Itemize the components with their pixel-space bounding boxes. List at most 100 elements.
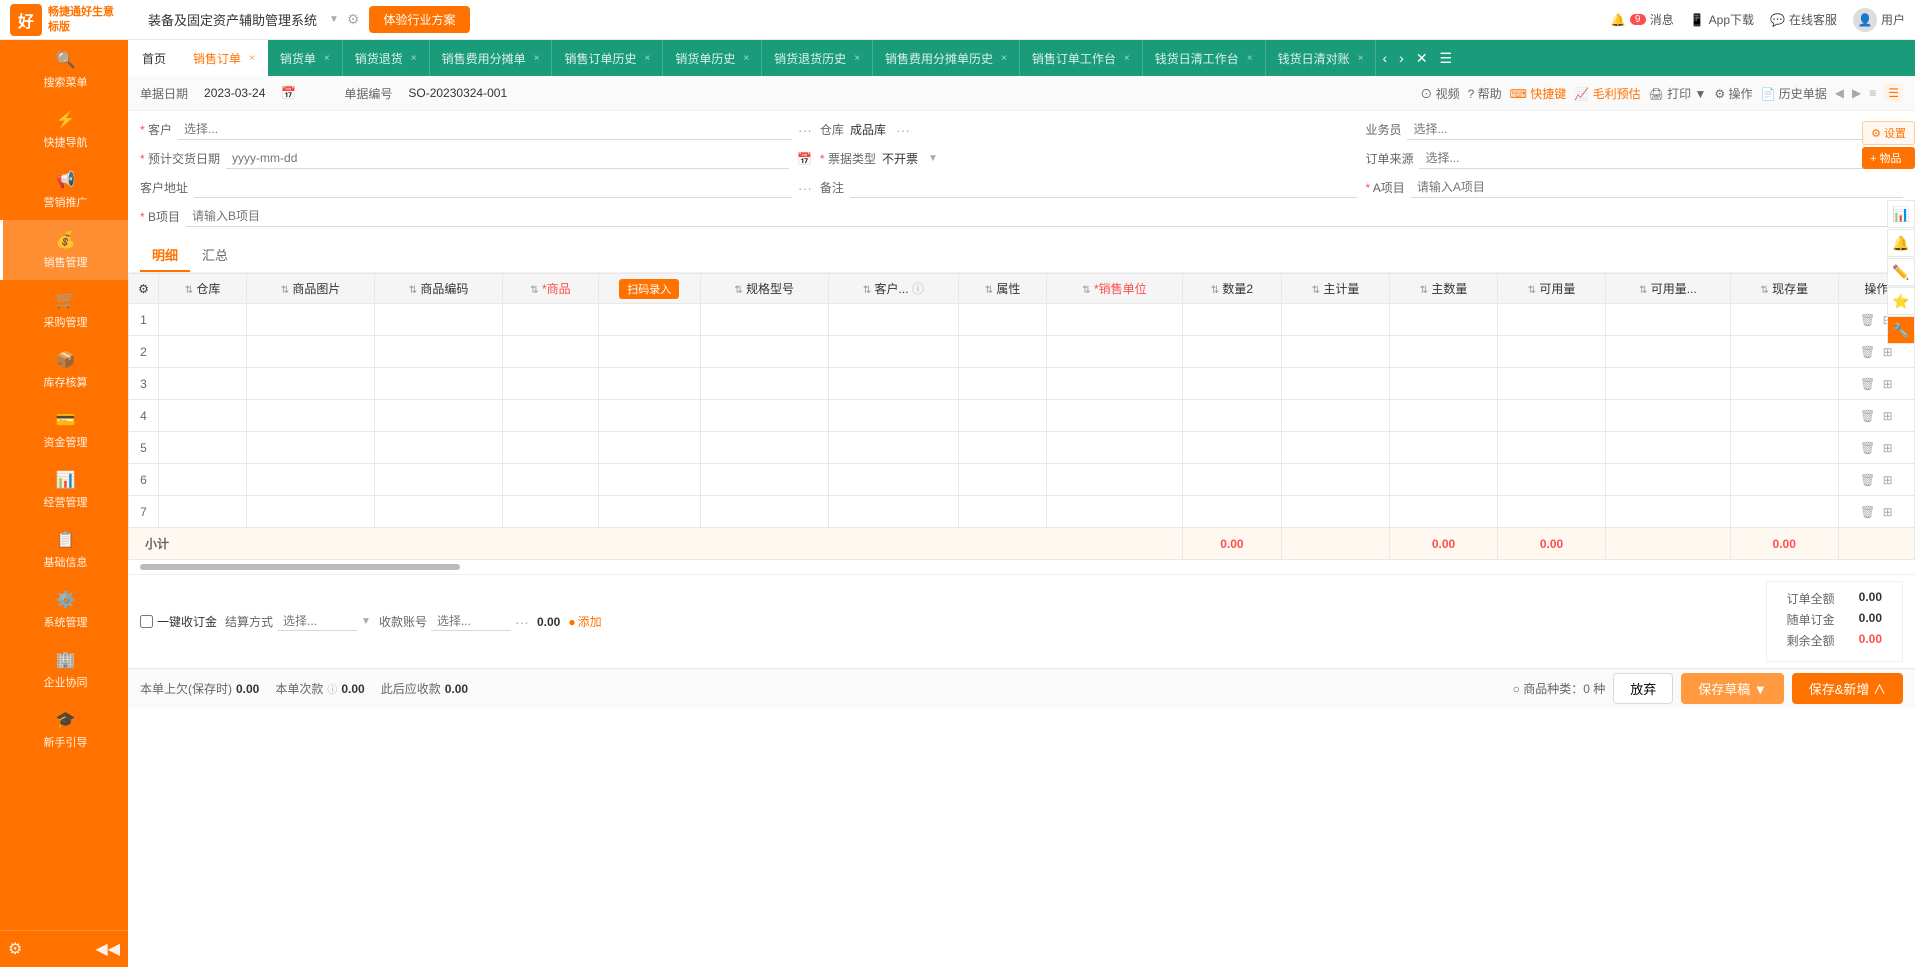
right-panel-bell-btn[interactable]: 🔔 — [1887, 229, 1915, 257]
right-panel-star-btn[interactable]: ⭐ — [1887, 287, 1915, 315]
nav-prev-icon[interactable]: ◀ — [1835, 86, 1844, 100]
system-title-wrapper[interactable]: 装备及固定资产辅助管理系统 ▼ ⚙ — [140, 10, 359, 29]
customer-dots[interactable]: ··· — [798, 122, 812, 138]
shortcut-btn[interactable]: ⌨ 快捷键 — [1510, 85, 1567, 102]
profit-btn[interactable]: 📈 毛利预估 — [1574, 85, 1640, 102]
col-attribute[interactable]: ⇅ 属性 — [959, 274, 1047, 304]
tab-sales-fee[interactable]: 销售费用分摊单 × — [430, 40, 553, 76]
tab-sales-single[interactable]: 销货单 × — [268, 40, 343, 76]
settings-icon[interactable]: ⚙ — [347, 11, 360, 28]
operation-btn[interactable]: ⚙ 操作 — [1714, 85, 1752, 102]
sidebar-item-operation[interactable]: 📊 经营管理 — [0, 460, 128, 520]
tab-close-all-btn[interactable]: ✕ — [1410, 50, 1434, 67]
sidebar-item-sales[interactable]: 💰 销售管理 — [0, 220, 128, 280]
staff-input[interactable] — [1407, 119, 1883, 140]
quick-close-checkbox[interactable] — [140, 615, 153, 628]
payment-input[interactable] — [277, 612, 357, 631]
add-goods-btn[interactable]: + 物品 — [1862, 147, 1915, 169]
scan-btn[interactable]: 扫码录入 — [619, 279, 679, 299]
col-product-code[interactable]: ⇅ 商品编码 — [375, 274, 503, 304]
quick-close-label[interactable]: 一键收订金 — [140, 613, 217, 630]
tab-close-icon[interactable]: × — [1247, 53, 1253, 64]
col-available2[interactable]: ⇅ 可用量... — [1606, 274, 1731, 304]
calendar-icon[interactable]: 📅 — [281, 86, 296, 100]
col-current-stock[interactable]: ⇅ 现存量 — [1730, 274, 1838, 304]
sidebar-item-system[interactable]: ⚙️ 系统管理 — [0, 580, 128, 640]
form-view-icon[interactable]: ☰ — [1884, 84, 1903, 102]
b-project-input[interactable] — [186, 206, 1903, 227]
tab-home[interactable]: 首页 — [128, 40, 181, 76]
print-btn[interactable]: 🖨 打印 ▼ — [1649, 85, 1707, 102]
help-btn[interactable]: ? 帮助 — [1468, 85, 1502, 102]
address-dots[interactable]: ··· — [798, 180, 812, 196]
tab-sales-fee-history[interactable]: 销售费用分摊单历史 × — [873, 40, 1020, 76]
row-delete-icon[interactable]: 🗑 — [1860, 473, 1875, 487]
tab-close-icon[interactable]: × — [534, 53, 540, 64]
sidebar-item-marketing[interactable]: 📢 营销推广 — [0, 160, 128, 220]
video-btn[interactable]: ⊙ 视频 — [1420, 85, 1459, 102]
online-service-btn[interactable]: 💬 在线客服 — [1770, 11, 1837, 28]
col-warehouse[interactable]: ⇅ 仓库 — [159, 274, 247, 304]
remark-input[interactable] — [850, 177, 1358, 198]
system-dropdown-icon[interactable]: ▼ — [329, 14, 339, 25]
sidebar-item-finance[interactable]: 💳 资金管理 — [0, 400, 128, 460]
row-copy-icon[interactable]: ⊞ — [1883, 441, 1893, 455]
add-btn[interactable]: ● 添加 — [568, 613, 601, 630]
col-product[interactable]: ⇅ *商品 — [503, 274, 599, 304]
tab-close-icon[interactable]: × — [1001, 53, 1007, 64]
account-input[interactable] — [431, 612, 511, 631]
col-sales-unit[interactable]: ⇅ *销售单位 — [1047, 274, 1183, 304]
right-panel-edit-btn[interactable]: ✏️ — [1887, 258, 1915, 286]
history-btn[interactable]: 📄 历史单据 — [1760, 85, 1826, 102]
row-delete-icon[interactable]: 🗑 — [1860, 409, 1875, 423]
order-source-input[interactable] — [1419, 148, 1887, 169]
tab-close-icon[interactable]: × — [854, 53, 860, 64]
tab-close-icon[interactable]: × — [644, 53, 650, 64]
sidebar-item-inventory[interactable]: 📦 库存核算 — [0, 340, 128, 400]
col-gear[interactable]: ⚙ — [129, 274, 159, 304]
row-copy-icon[interactable]: ⊞ — [1883, 409, 1893, 423]
payment-dropdown-icon[interactable]: ▼ — [361, 616, 371, 627]
notification-btn[interactable]: 🔔 9 消息 — [1611, 11, 1674, 28]
save-draft-btn[interactable]: 保存草稿 ▼ — [1681, 673, 1783, 704]
row-copy-icon[interactable]: ⊞ — [1883, 473, 1893, 487]
tab-sales-order-history[interactable]: 销售订单历史 × — [552, 40, 663, 76]
row-delete-icon[interactable]: 🗑 — [1860, 505, 1875, 519]
settings-btn[interactable]: ⚙ 设置 — [1862, 121, 1915, 145]
col-qty2[interactable]: ⇅ 数量2 — [1182, 274, 1281, 304]
tab-sales-order[interactable]: 销售订单 × — [181, 40, 268, 76]
row-copy-icon[interactable]: ⊞ — [1883, 505, 1893, 519]
sidebar-item-quick[interactable]: ⚡ 快捷导航 — [0, 100, 128, 160]
collapse-icon[interactable]: ◀◀ — [95, 939, 120, 959]
tab-menu-btn[interactable]: ☰ — [1434, 50, 1459, 67]
row-delete-icon[interactable]: 🗑 — [1860, 313, 1875, 327]
tab-close-icon[interactable]: × — [249, 53, 255, 64]
col-main-qty[interactable]: ⇅ 主数量 — [1389, 274, 1497, 304]
account-dots[interactable]: ··· — [515, 614, 529, 630]
tab-daily-workbench[interactable]: 钱货日清工作台 × — [1143, 40, 1266, 76]
row-delete-icon[interactable]: 🗑 — [1860, 377, 1875, 391]
address-input[interactable] — [194, 177, 792, 198]
sidebar-item-enterprise[interactable]: 🏢 企业协同 — [0, 640, 128, 700]
tab-next-btn[interactable]: › — [1393, 50, 1410, 66]
app-download-btn[interactable]: 📱 App下载 — [1690, 11, 1754, 28]
col-available[interactable]: ⇅ 可用量 — [1498, 274, 1606, 304]
system-title[interactable]: 装备及固定资产辅助管理系统 — [140, 10, 325, 29]
sidebar-item-search[interactable]: 🔍 搜索菜单 — [0, 40, 128, 100]
tab-close-icon[interactable]: × — [324, 53, 330, 64]
col-product-img[interactable]: ⇅ 商品图片 — [247, 274, 375, 304]
tab-detail[interactable]: 明细 — [140, 239, 190, 272]
right-panel-chart-btn[interactable]: 📊 — [1887, 200, 1915, 228]
row-copy-icon[interactable]: ⊞ — [1883, 345, 1893, 359]
h-scrollbar-thumb[interactable] — [140, 564, 460, 570]
sidebar-item-purchase[interactable]: 🛒 采购管理 — [0, 280, 128, 340]
solution-btn[interactable]: 体验行业方案 — [369, 6, 469, 33]
right-panel-tool-btn[interactable]: 🔧 — [1887, 316, 1915, 344]
user-menu-btn[interactable]: 👤 用户 — [1853, 8, 1905, 32]
customer-input[interactable] — [178, 119, 792, 140]
tab-close-icon[interactable]: × — [411, 53, 417, 64]
tab-sales-return-history[interactable]: 销货退货历史 × — [762, 40, 873, 76]
sidebar-item-basic[interactable]: 📋 基础信息 — [0, 520, 128, 580]
tab-close-icon[interactable]: × — [1358, 53, 1364, 64]
col-customer-code[interactable]: ⇅ 客户... ⓘ — [828, 274, 958, 304]
